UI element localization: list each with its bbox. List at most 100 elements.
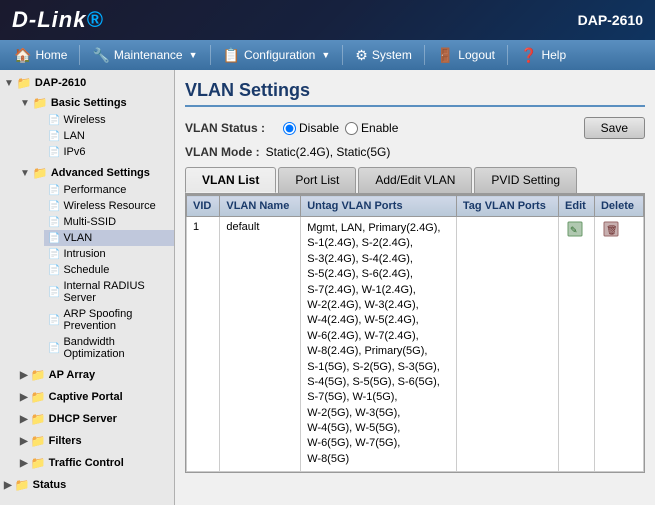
sidebar-performance-label: Performance <box>63 184 126 196</box>
sidebar-dhcp-label: DHCP Server <box>49 413 117 425</box>
edit-icon[interactable]: ✎ <box>567 221 583 240</box>
home-icon: 🏠 <box>14 47 31 64</box>
th-tag-ports: Tag VLAN Ports <box>456 196 558 217</box>
delete-icon[interactable]: 🗑 <box>603 221 619 240</box>
nav-sep-3 <box>342 45 343 65</box>
nav-sep-2 <box>210 45 211 65</box>
tab-vlan-list[interactable]: VLAN List <box>185 167 276 193</box>
vlan-status-enable-option[interactable]: Enable <box>345 121 398 135</box>
svg-text:🗑: 🗑 <box>606 225 617 235</box>
sidebar-basic-settings[interactable]: ▼ 📁 Basic Settings <box>16 94 174 112</box>
ipv6-page-icon: 📄 <box>48 147 60 158</box>
tab-pvid-setting[interactable]: PVID Setting <box>474 167 577 193</box>
sidebar-status[interactable]: ▶ 📁 Status <box>0 476 174 494</box>
sidebar-dhcp-server[interactable]: ▶ 📁 DHCP Server <box>16 410 174 428</box>
nav-configuration-label: Configuration <box>244 48 315 62</box>
performance-page-icon: 📄 <box>48 185 60 196</box>
sidebar-item-lan[interactable]: 📄 LAN <box>44 128 174 144</box>
root-expand-icon: ▼ <box>4 78 14 89</box>
vlan-mode-value: Static(2.4G), Static(5G) <box>266 145 391 159</box>
sidebar-radius-label: Internal RADIUS Server <box>63 280 170 304</box>
help-icon: ❓ <box>520 47 537 64</box>
radius-page-icon: 📄 <box>48 287 60 298</box>
wireless-resource-page-icon: 📄 <box>48 201 60 212</box>
sidebar-ap-label: AP Array <box>49 369 95 381</box>
nav-maintenance[interactable]: 🔧 Maintenance ▼ <box>82 43 207 67</box>
sidebar-group-filters: ▶ 📁 Filters <box>0 430 174 452</box>
sidebar-ap-array[interactable]: ▶ 📁 AP Array <box>16 366 174 384</box>
logo: D-Link® <box>12 7 104 33</box>
vlan-status-disable-option[interactable]: Disable <box>283 121 339 135</box>
navbar: 🏠 Home 🔧 Maintenance ▼ 📋 Configuration ▼… <box>0 40 655 70</box>
tab-vlan-list-label: VLAN List <box>202 173 259 187</box>
traffic-folder-icon: 📁 <box>31 456 46 470</box>
sidebar-arp-label: ARP Spoofing Prevention <box>63 308 170 332</box>
sidebar-filters[interactable]: ▶ 📁 Filters <box>16 432 174 450</box>
sidebar-item-wireless-resource[interactable]: 📄 Wireless Resource <box>44 198 174 214</box>
traffic-expand-icon: ▶ <box>20 458 28 469</box>
sidebar-group-traffic: ▶ 📁 Traffic Control <box>0 452 174 474</box>
sidebar-captive-portal[interactable]: ▶ 📁 Captive Portal <box>16 388 174 406</box>
sidebar-item-intrusion[interactable]: 📄 Intrusion <box>44 246 174 262</box>
nav-home[interactable]: 🏠 Home <box>4 43 77 67</box>
tab-port-list[interactable]: Port List <box>278 167 356 193</box>
nav-home-label: Home <box>35 48 67 62</box>
nav-logout[interactable]: 🚪 Logout <box>427 43 505 67</box>
ap-folder-icon: 📁 <box>31 368 46 382</box>
cell-name: default <box>220 217 301 472</box>
th-vlan-name: VLAN Name <box>220 196 301 217</box>
system-icon: ⚙ <box>355 47 368 64</box>
vlan-status-label: VLAN Status : <box>185 121 275 135</box>
save-button[interactable]: Save <box>584 117 645 139</box>
maintenance-arrow: ▼ <box>189 50 198 60</box>
nav-system[interactable]: ⚙ System <box>345 43 422 67</box>
advanced-items: 📄 Performance 📄 Wireless Resource 📄 Mult… <box>16 182 174 362</box>
bandwidth-page-icon: 📄 <box>48 343 60 354</box>
sidebar-group-basic: ▼ 📁 Basic Settings 📄 Wireless 📄 LAN 📄 IP… <box>0 92 174 162</box>
sidebar-item-wireless[interactable]: 📄 Wireless <box>44 112 174 128</box>
sidebar-item-multi-ssid[interactable]: 📄 Multi-SSID <box>44 214 174 230</box>
th-edit: Edit <box>559 196 595 217</box>
sidebar-item-bandwidth[interactable]: 📄 Bandwidth Optimization <box>44 334 174 362</box>
sidebar-ipv6-label: IPv6 <box>63 146 85 158</box>
cell-untag-ports: Mgmt, LAN, Primary(2.4G), S-1(2.4G), S-2… <box>301 217 457 472</box>
vlan-table-header: VID VLAN Name Untag VLAN Ports Tag VLAN … <box>187 196 644 217</box>
vlan-table-body: 1 default Mgmt, LAN, Primary(2.4G), S-1(… <box>187 217 644 472</box>
vlan-page-icon: 📄 <box>48 233 60 244</box>
nav-sep-5 <box>507 45 508 65</box>
arp-page-icon: 📄 <box>48 315 60 326</box>
sidebar-item-ipv6[interactable]: 📄 IPv6 <box>44 144 174 160</box>
vlan-status-row: VLAN Status : Disable Enable Save <box>185 117 645 139</box>
sidebar-advanced-settings[interactable]: ▼ 📁 Advanced Settings <box>16 164 174 182</box>
sidebar-root[interactable]: ▼ 📁 DAP-2610 <box>0 74 174 92</box>
sidebar-item-vlan[interactable]: 📄 VLAN <box>44 230 174 246</box>
intrusion-page-icon: 📄 <box>48 249 60 260</box>
filters-folder-icon: 📁 <box>31 434 46 448</box>
page-title: VLAN Settings <box>185 80 645 107</box>
vlan-tabs: VLAN List Port List Add/Edit VLAN PVID S… <box>185 167 645 194</box>
vlan-table: VID VLAN Name Untag VLAN Ports Tag VLAN … <box>186 195 644 472</box>
vlan-status-enable-radio[interactable] <box>345 122 358 135</box>
tab-pvid-setting-label: PVID Setting <box>491 173 560 187</box>
sidebar-traffic-control[interactable]: ▶ 📁 Traffic Control <box>16 454 174 472</box>
sidebar-item-radius[interactable]: 📄 Internal RADIUS Server <box>44 278 174 306</box>
vlan-status-disable-radio[interactable] <box>283 122 296 135</box>
table-row: 1 default Mgmt, LAN, Primary(2.4G), S-1(… <box>187 217 644 472</box>
sidebar-item-arp[interactable]: 📄 ARP Spoofing Prevention <box>44 306 174 334</box>
sidebar-item-performance[interactable]: 📄 Performance <box>44 182 174 198</box>
svg-text:✎: ✎ <box>570 225 578 235</box>
sidebar-item-schedule[interactable]: 📄 Schedule <box>44 262 174 278</box>
tab-add-edit-vlan[interactable]: Add/Edit VLAN <box>358 167 472 193</box>
vlan-mode-label: VLAN Mode : <box>185 145 260 159</box>
sidebar-status-label: Status <box>33 479 67 491</box>
nav-help[interactable]: ❓ Help <box>510 43 576 67</box>
sidebar-root-label: DAP-2610 <box>35 77 86 89</box>
advanced-folder-icon: 📁 <box>33 166 48 180</box>
vlan-table-header-row: VID VLAN Name Untag VLAN Ports Tag VLAN … <box>187 196 644 217</box>
content-area: VLAN Settings VLAN Status : Disable Enab… <box>175 70 655 505</box>
filters-expand-icon: ▶ <box>20 436 28 447</box>
cell-tag-ports <box>456 217 558 472</box>
basic-items: 📄 Wireless 📄 LAN 📄 IPv6 <box>16 112 174 160</box>
nav-configuration[interactable]: 📋 Configuration ▼ <box>213 43 341 67</box>
vlan-mode-row: VLAN Mode : Static(2.4G), Static(5G) <box>185 145 645 159</box>
